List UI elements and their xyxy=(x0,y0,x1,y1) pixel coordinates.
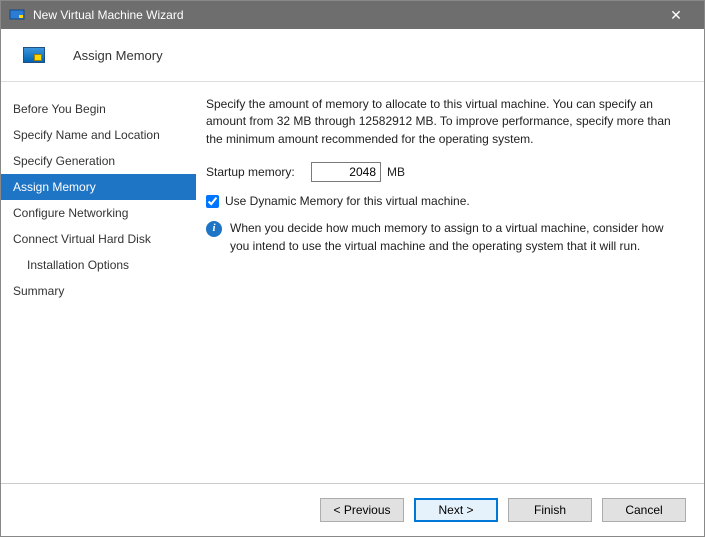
step-connect-vhd[interactable]: Connect Virtual Hard Disk xyxy=(1,226,196,252)
app-icon xyxy=(9,7,25,23)
dynamic-memory-label[interactable]: Use Dynamic Memory for this virtual mach… xyxy=(225,194,470,208)
wizard-content: Specify the amount of memory to allocate… xyxy=(196,82,704,483)
startup-memory-label: Startup memory: xyxy=(206,165,311,179)
close-button[interactable]: ✕ xyxy=(656,7,696,24)
step-configure-networking[interactable]: Configure Networking xyxy=(1,200,196,226)
wizard-footer: < Previous Next > Finish Cancel xyxy=(1,483,704,536)
description-text: Specify the amount of memory to allocate… xyxy=(206,96,686,148)
step-specify-generation[interactable]: Specify Generation xyxy=(1,148,196,174)
step-before-you-begin[interactable]: Before You Begin xyxy=(1,96,196,122)
previous-button[interactable]: < Previous xyxy=(320,498,404,522)
dynamic-memory-checkbox[interactable] xyxy=(206,195,219,208)
next-button[interactable]: Next > xyxy=(414,498,498,522)
startup-memory-input[interactable] xyxy=(311,162,381,182)
wizard-steps-sidebar: Before You Begin Specify Name and Locati… xyxy=(1,82,196,483)
info-icon: i xyxy=(206,221,222,237)
step-summary[interactable]: Summary xyxy=(1,278,196,304)
info-text: When you decide how much memory to assig… xyxy=(230,220,686,255)
startup-memory-unit: MB xyxy=(387,165,405,179)
step-installation-options[interactable]: Installation Options xyxy=(1,252,196,278)
finish-button[interactable]: Finish xyxy=(508,498,592,522)
wizard-header-icon xyxy=(23,47,45,63)
wizard-body: Before You Begin Specify Name and Locati… xyxy=(1,82,704,483)
wizard-header: Assign Memory xyxy=(1,29,704,82)
cancel-button[interactable]: Cancel xyxy=(602,498,686,522)
step-specify-name-location[interactable]: Specify Name and Location xyxy=(1,122,196,148)
title-bar: New Virtual Machine Wizard ✕ xyxy=(1,1,704,29)
startup-memory-row: Startup memory: MB xyxy=(206,162,686,182)
wizard-window: New Virtual Machine Wizard ✕ Assign Memo… xyxy=(0,0,705,537)
page-title: Assign Memory xyxy=(73,48,163,63)
step-assign-memory[interactable]: Assign Memory xyxy=(1,174,196,200)
info-row: i When you decide how much memory to ass… xyxy=(206,220,686,255)
window-title: New Virtual Machine Wizard xyxy=(33,8,656,22)
dynamic-memory-row: Use Dynamic Memory for this virtual mach… xyxy=(206,194,686,208)
